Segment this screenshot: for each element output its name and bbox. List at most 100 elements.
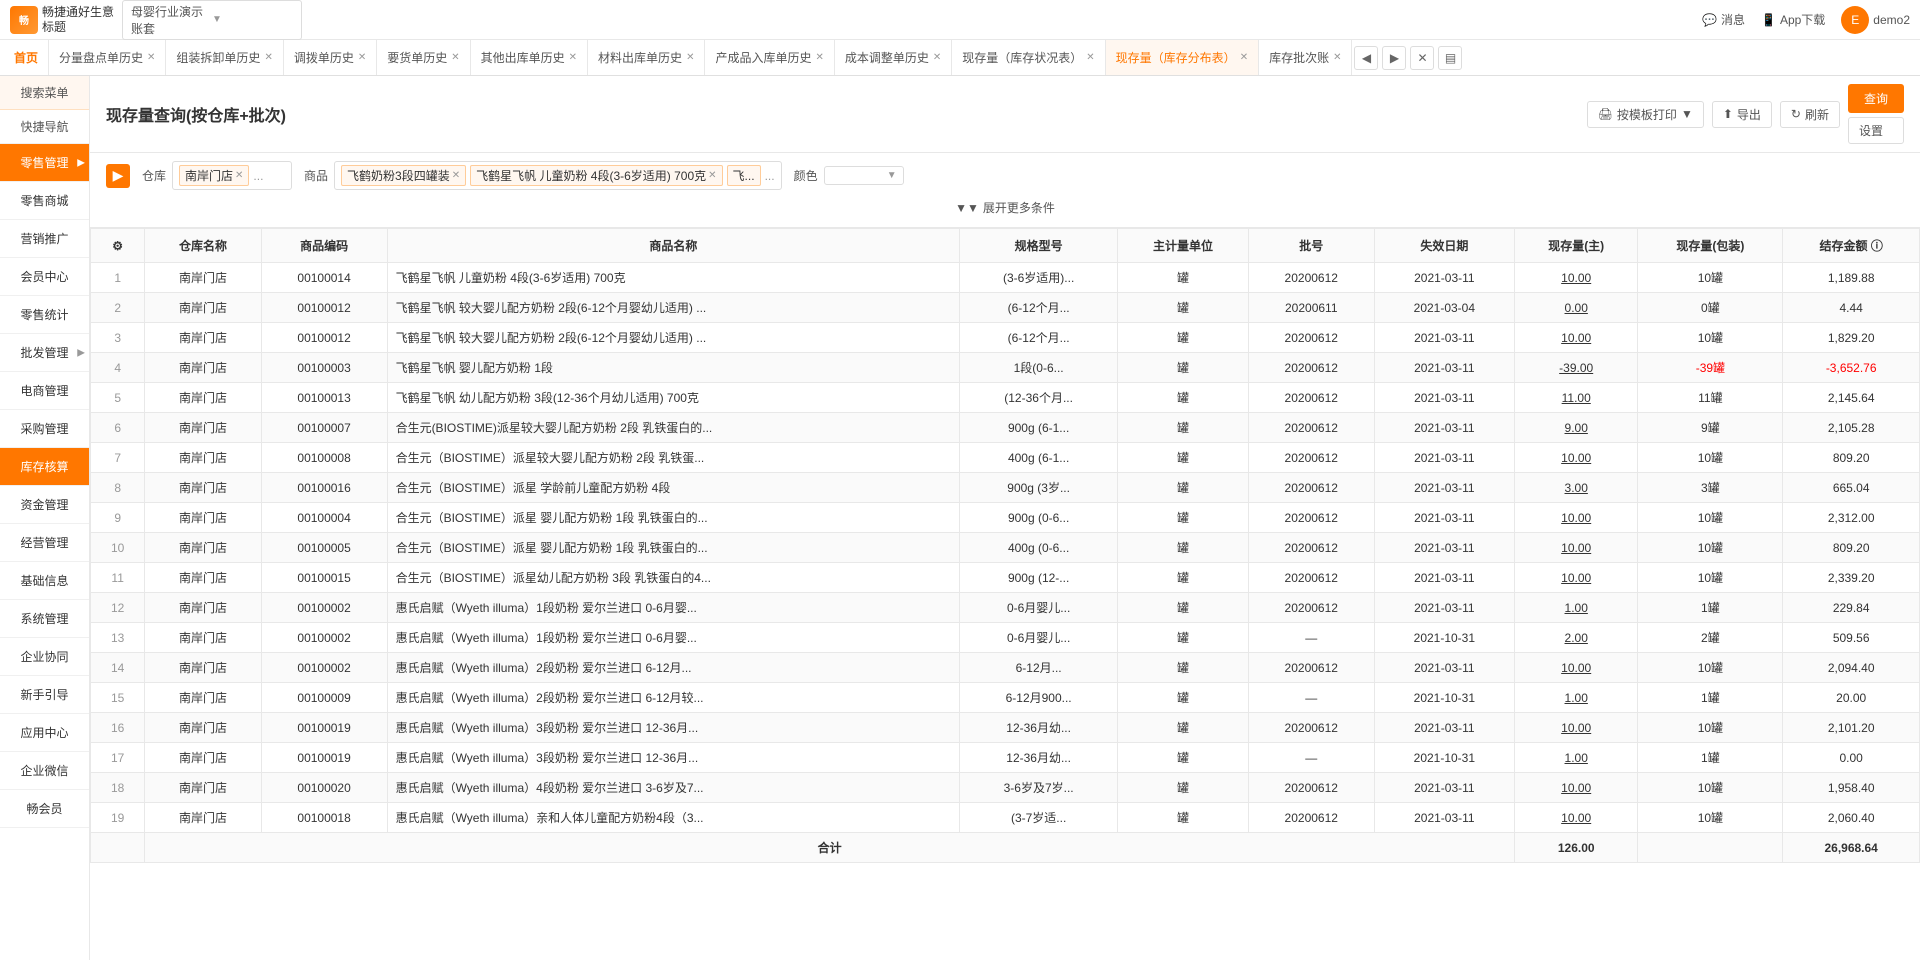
remove-product-tag-1[interactable]: ✕ (452, 170, 460, 181)
cell-qty-main[interactable]: 11.00 (1514, 383, 1637, 413)
cell-amount: 509.56 (1783, 623, 1920, 653)
sidebar-item-member-club[interactable]: 畅会员 (0, 790, 89, 828)
print-button[interactable]: 🖨 按模板打印 ▼ (1587, 101, 1704, 128)
tab-material-outbound[interactable]: 材料出库单历史 ✕ (588, 40, 705, 76)
sidebar-item-system-mgmt[interactable]: 系统管理 (0, 600, 89, 638)
cell-qty-main[interactable]: 10.00 (1514, 263, 1637, 293)
cell-batch: — (1248, 623, 1374, 653)
tab-dismantle-record[interactable]: 组装拆卸单历史 ✕ (166, 40, 283, 76)
cell-qty-main[interactable]: 10.00 (1514, 803, 1637, 833)
cell-code: 00100009 (261, 683, 387, 713)
col-unit: 主计量单位 (1118, 229, 1249, 263)
tab-cost-adjust[interactable]: 成本调整单历史 ✕ (835, 40, 952, 76)
sidebar-item-enterprise-wechat[interactable]: 企业微信 (0, 752, 89, 790)
warehouse-select[interactable]: 母婴行业演示账套 ▼ (122, 0, 302, 40)
table-row: 3南岸门店00100012飞鹤星飞帆 较大婴儿配方奶粉 2段(6-12个月婴幼儿… (91, 323, 1920, 353)
cell-qty-main[interactable]: 10.00 (1514, 563, 1637, 593)
sidebar-item-finance-mgmt[interactable]: 资金管理 (0, 486, 89, 524)
app-download-button[interactable]: 📱 App下载 (1761, 11, 1825, 28)
tab-menu-button[interactable]: ▤ (1438, 46, 1462, 70)
tab-dispatch-record[interactable]: 调拨单历史 ✕ (284, 40, 377, 76)
color-filter-input[interactable]: ▼ (824, 166, 904, 185)
cell-spec: 1段(0-6... (960, 353, 1118, 383)
sidebar-item-wholesale-mgmt[interactable]: 批发管理 ▶ (0, 334, 89, 372)
sidebar-item-retail-mall[interactable]: 零售商城 (0, 182, 89, 220)
warehouse-filter-tags[interactable]: 南岸门店 ✕ ... (172, 161, 292, 190)
cell-qty-pkg: -39罐 (1638, 353, 1783, 383)
cell-qty-main[interactable]: -39.00 (1514, 353, 1637, 383)
cell-qty-main[interactable]: 1.00 (1514, 743, 1637, 773)
user-avatar[interactable]: E demo2 (1841, 6, 1910, 34)
refresh-button[interactable]: ↻ 刷新 (1780, 101, 1840, 128)
filter-more-products-icon[interactable]: ... (765, 169, 775, 183)
product-filter-label: 商品 (304, 167, 328, 184)
tab-inventory-status[interactable]: 现存量（库存状况表） ✕ (952, 40, 1105, 76)
cell-qty-main[interactable]: 1.00 (1514, 683, 1637, 713)
sidebar-item-new-guide[interactable]: 新手引导 (0, 676, 89, 714)
remove-warehouse-tag[interactable]: ✕ (235, 170, 243, 181)
sidebar-item-marketing[interactable]: 营销推广 (0, 220, 89, 258)
cell-qty-main[interactable]: 0.00 (1514, 293, 1637, 323)
tab-split-record[interactable]: 分量盘点单历史 ✕ (49, 40, 166, 76)
tab-prev-button[interactable]: ◀ (1354, 46, 1378, 70)
tab-home[interactable]: 首页 (4, 40, 49, 76)
sidebar-item-ops-mgmt[interactable]: 经营管理 (0, 524, 89, 562)
sidebar-item-inventory-check[interactable]: 库存核算 (0, 448, 89, 486)
tab-close-icon[interactable]: ✕ (933, 52, 941, 63)
export-button[interactable]: ⬆ 导出 (1712, 101, 1772, 128)
settings-button[interactable]: 设置 (1848, 117, 1904, 144)
tab-inventory-dist[interactable]: 现存量（库存分布表） ✕ (1106, 40, 1259, 76)
message-button[interactable]: 💬 消息 (1702, 11, 1745, 28)
cell-qty-main[interactable]: 10.00 (1514, 533, 1637, 563)
tab-close-icon[interactable]: ✕ (815, 52, 823, 63)
cell-spec: (3-7岁适... (960, 803, 1118, 833)
sidebar-item-ecommerce[interactable]: 电商管理 (0, 372, 89, 410)
cell-expire: 2021-03-04 (1374, 293, 1514, 323)
cell-qty-main[interactable]: 9.00 (1514, 413, 1637, 443)
cell-batch: 20200612 (1248, 443, 1374, 473)
product-filter-tags[interactable]: 飞鹤奶粉3段四罐装 ✕ 飞鹤星飞帆 儿童奶粉 4段(3-6岁适用) 700克 ✕… (334, 161, 782, 190)
tab-other-outbound[interactable]: 其他出库单历史 ✕ (471, 40, 588, 76)
tab-close-icon[interactable]: ✕ (451, 52, 459, 63)
tab-close-icon[interactable]: ✕ (686, 52, 694, 63)
cell-qty-main[interactable]: 10.00 (1514, 503, 1637, 533)
cell-qty-main[interactable]: 10.00 (1514, 653, 1637, 683)
cell-qty-main[interactable]: 10.00 (1514, 773, 1637, 803)
tab-close-icon[interactable]: ✕ (264, 52, 272, 63)
tab-close-icon[interactable]: ✕ (147, 52, 155, 63)
sidebar-item-member-center[interactable]: 会员中心 (0, 258, 89, 296)
tab-close-icon[interactable]: ✕ (1333, 52, 1341, 63)
tab-close-all-button[interactable]: ✕ (1410, 46, 1434, 70)
cell-qty-main[interactable]: 10.00 (1514, 323, 1637, 353)
tab-close-icon[interactable]: ✕ (358, 52, 366, 63)
cell-qty-main[interactable]: 3.00 (1514, 473, 1637, 503)
tab-close-icon[interactable]: ✕ (569, 52, 577, 63)
tab-close-icon[interactable]: ✕ (1240, 52, 1248, 63)
sidebar-quick-nav[interactable]: 快捷导航 (0, 110, 89, 144)
cell-spec: 900g (0-6... (960, 503, 1118, 533)
expand-filter-icon[interactable]: ▶ (106, 164, 130, 188)
cell-unit: 罐 (1118, 323, 1249, 353)
tab-batch-record[interactable]: 库存批次账 ✕ (1259, 40, 1352, 76)
sidebar-item-retail-stats[interactable]: 零售统计 (0, 296, 89, 334)
sidebar-item-enterprise-coop[interactable]: 企业协同 (0, 638, 89, 676)
filter-more-icon[interactable]: ... (253, 169, 263, 183)
col-settings[interactable]: ⚙ (91, 229, 145, 263)
cell-amount: 2,145.64 (1783, 383, 1920, 413)
tab-requisition-record[interactable]: 要货单历史 ✕ (377, 40, 470, 76)
sidebar-search[interactable]: 搜索菜单 (0, 76, 89, 110)
sidebar-item-purchase-mgmt[interactable]: 采购管理 (0, 410, 89, 448)
cell-qty-main[interactable]: 2.00 (1514, 623, 1637, 653)
expand-conditions-button[interactable]: ▼▼ 展开更多条件 (947, 196, 1063, 219)
sidebar-item-app-center[interactable]: 应用中心 (0, 714, 89, 752)
query-button[interactable]: 查询 (1848, 84, 1904, 113)
tab-next-button[interactable]: ▶ (1382, 46, 1406, 70)
cell-qty-main[interactable]: 10.00 (1514, 443, 1637, 473)
tab-close-icon[interactable]: ✕ (1086, 52, 1094, 63)
remove-product-tag-2[interactable]: ✕ (708, 170, 716, 181)
cell-qty-main[interactable]: 10.00 (1514, 713, 1637, 743)
sidebar-item-basic-info[interactable]: 基础信息 (0, 562, 89, 600)
sidebar-item-retail-mgmt[interactable]: 零售管理 ▶ (0, 144, 89, 182)
tab-product-inbound[interactable]: 产成品入库单历史 ✕ (705, 40, 834, 76)
cell-qty-main[interactable]: 1.00 (1514, 593, 1637, 623)
